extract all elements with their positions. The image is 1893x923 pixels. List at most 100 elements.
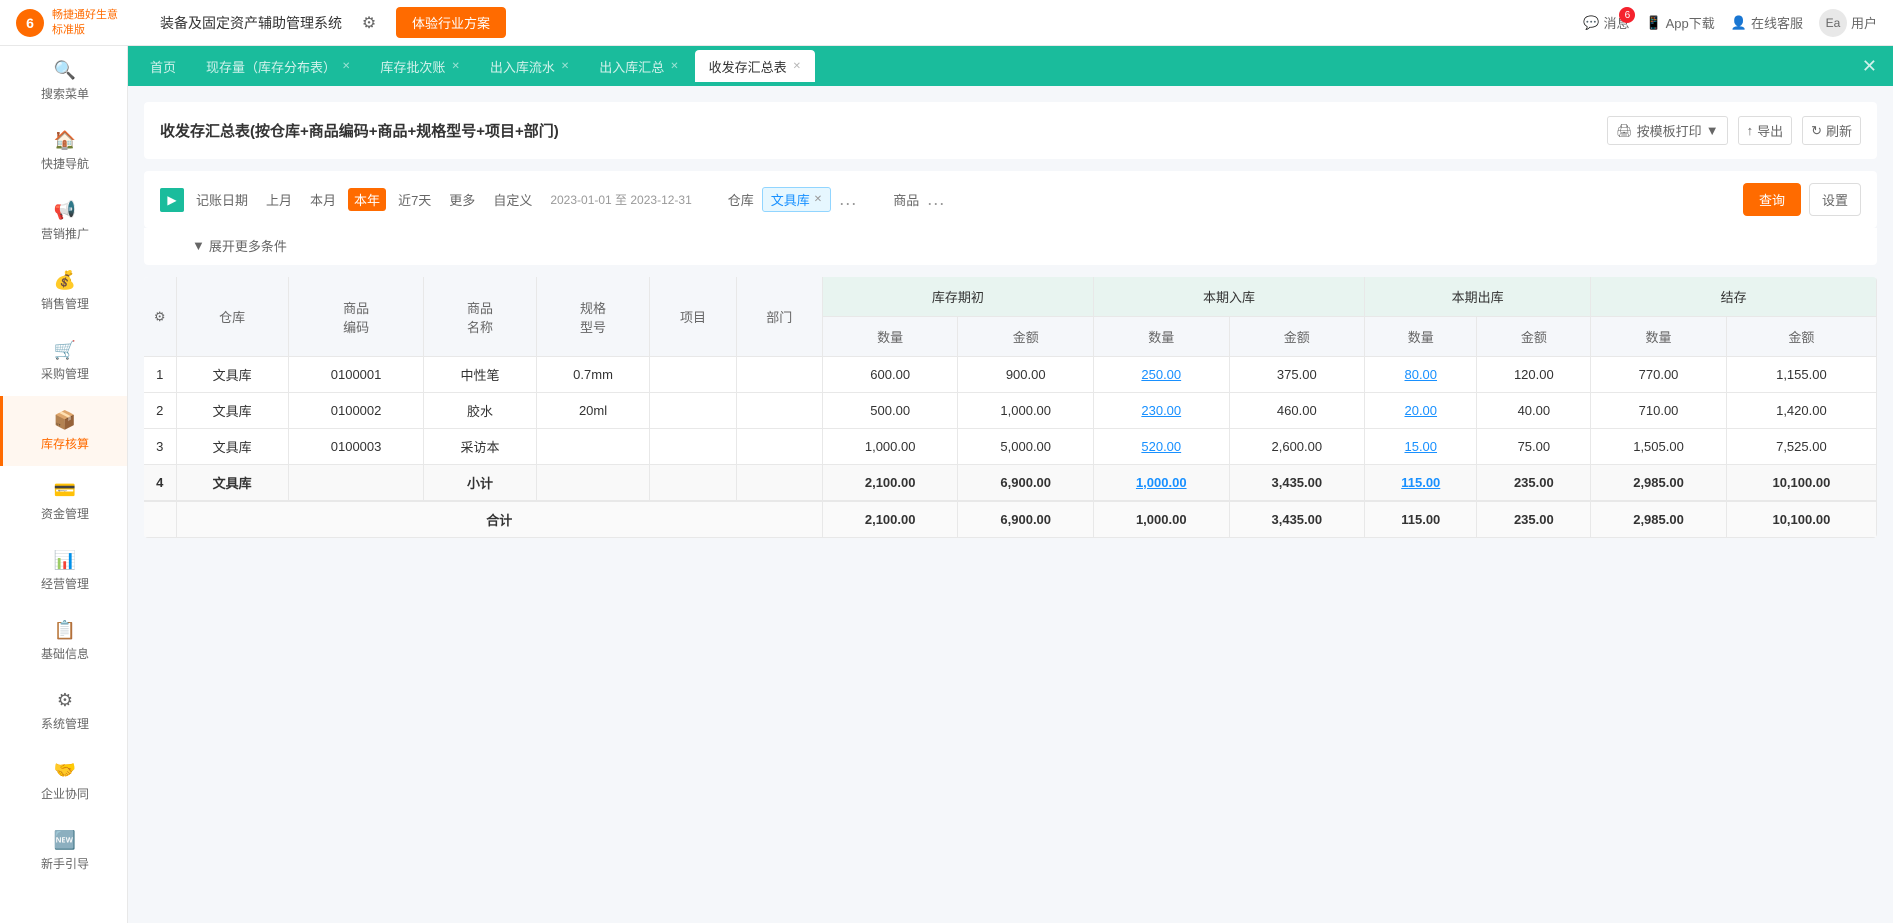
tab-close-icon[interactable]: ✕: [561, 61, 569, 72]
refresh-icon: ↻: [1811, 123, 1822, 139]
tab-inout_flow[interactable]: 出入库流水 ✕: [476, 50, 583, 82]
data-table: ⚙ 仓库 商品编码 商品名称 规格型号 项目 部门 库存期初 本期入库 本期出库…: [144, 277, 1877, 538]
row-out-qty[interactable]: 80.00: [1365, 357, 1477, 393]
warehouse-tag[interactable]: 文具库 ✕: [762, 187, 831, 212]
row-goods-code: 0100001: [288, 357, 424, 393]
col-settings[interactable]: ⚙: [144, 277, 176, 357]
sidebar-item-newbie[interactable]: 🆕新手引导: [0, 816, 127, 886]
goods-filter: 商品 ...: [893, 189, 945, 210]
row-close-qty: 1,505.00: [1591, 429, 1727, 465]
row-out-qty[interactable]: 115.00: [1365, 465, 1477, 502]
filter-settings-button[interactable]: 设置: [1809, 183, 1861, 216]
trial-button[interactable]: 体验行业方案: [396, 7, 506, 38]
gear-button[interactable]: ⚙: [354, 8, 384, 38]
row-goods-name: 小计: [424, 465, 536, 502]
app-download-button[interactable]: 📱 App下载: [1645, 13, 1714, 32]
shortcut-custom[interactable]: 自定义: [487, 188, 538, 211]
message-button[interactable]: 💬 消息 6: [1583, 13, 1629, 32]
tab-recv_summary[interactable]: 收发存汇总表 ✕: [695, 50, 815, 82]
row-out-qty[interactable]: 20.00: [1365, 393, 1477, 429]
tab-close-icon[interactable]: ✕: [793, 61, 801, 72]
tab-inventory[interactable]: 现存量（库存分布表） ✕: [192, 50, 364, 82]
row-in-qty[interactable]: 250.00: [1093, 357, 1229, 393]
warehouse-filter: 仓库 文具库 ✕ ...: [728, 187, 857, 212]
col-project: 项目: [650, 277, 736, 357]
main-content: 首页现存量（库存分布表） ✕库存批次账 ✕出入库流水 ✕出入库汇总 ✕收发存汇总…: [128, 46, 1893, 923]
tab-bar: 首页现存量（库存分布表） ✕库存批次账 ✕出入库流水 ✕出入库汇总 ✕收发存汇总…: [128, 46, 1893, 86]
sidebar-item-sales[interactable]: 💰销售管理: [0, 256, 127, 326]
filter-toggle-button[interactable]: ▶: [160, 188, 184, 212]
refresh-button[interactable]: ↻ 刷新: [1802, 116, 1861, 145]
warehouse-tag-remove[interactable]: ✕: [814, 194, 822, 205]
sidebar: 🔍搜索菜单🏠快捷导航📢营销推广💰销售管理🛒采购管理📦库存核算💳资金管理📊经营管理…: [0, 46, 128, 923]
row-open-amt: 6,900.00: [958, 465, 1094, 502]
goods-more-dots[interactable]: ...: [927, 189, 945, 210]
tab-close-icon[interactable]: ✕: [451, 61, 459, 72]
print-template-button[interactable]: 🖨 按模板打印 ▼: [1607, 116, 1727, 145]
shortcut-last-month[interactable]: 上月: [260, 188, 298, 211]
row-in-qty[interactable]: 1,000.00: [1093, 465, 1229, 502]
sidebar-item-finance[interactable]: 💳资金管理: [0, 466, 127, 536]
sidebar-item-search[interactable]: 🔍搜索菜单: [0, 46, 127, 116]
system-icon: ⚙: [57, 690, 73, 711]
tab-close-icon[interactable]: ✕: [670, 61, 678, 72]
shortcut-this-month[interactable]: 本月: [304, 188, 342, 211]
sidebar-item-base[interactable]: 📋基础信息: [0, 606, 127, 676]
table-footer-row: 合计 2,100.00 6,900.00 1,000.00 3,435.00 1…: [144, 501, 1877, 538]
sidebar-item-label: 搜索菜单: [41, 85, 89, 102]
tab-close-all-button[interactable]: ✕: [1854, 56, 1885, 77]
col-goods-name: 商品名称: [424, 277, 536, 357]
footer-empty-settings: [144, 501, 176, 538]
sidebar-item-purchase[interactable]: 🛒采购管理: [0, 326, 127, 396]
row-close-amt: 7,525.00: [1726, 429, 1876, 465]
warehouse-icon: 📦: [54, 410, 76, 431]
row-open-amt: 1,000.00: [958, 393, 1094, 429]
sidebar-item-label: 经营管理: [41, 575, 89, 592]
row-project: [650, 429, 736, 465]
tab-close-icon[interactable]: ✕: [342, 61, 350, 72]
message-icon: 💬: [1583, 15, 1599, 31]
tab-inout_summary[interactable]: 出入库汇总 ✕: [585, 50, 692, 82]
expand-more-button[interactable]: ▼ 展开更多条件: [192, 236, 1861, 255]
export-button[interactable]: ↑ 导出: [1738, 116, 1793, 145]
sidebar-item-label: 快捷导航: [41, 155, 89, 172]
tab-label: 库存批次账: [380, 57, 445, 76]
table-row: 2 文具库 0100002 胶水 20ml 500.00 1,000.00 23…: [144, 393, 1877, 429]
tab-home[interactable]: 首页: [136, 50, 190, 82]
sidebar-item-operations[interactable]: 📊经营管理: [0, 536, 127, 606]
row-in-amt: 375.00: [1229, 357, 1365, 393]
sidebar-item-system[interactable]: ⚙系统管理: [0, 676, 127, 746]
col-in-qty: 数量: [1093, 317, 1229, 357]
top-right: 💬 消息 6 📱 App下载 👤 在线客服 Ea 用户: [1583, 9, 1877, 37]
top-bar: 6 畅捷通好生意 标准版 装备及固定资产辅助管理系统 ⚙ 体验行业方案 💬 消息…: [0, 0, 1893, 46]
tab-batch[interactable]: 库存批次账 ✕: [366, 50, 473, 82]
shortcut-this-year[interactable]: 本年: [348, 188, 386, 211]
warehouse-more-dots[interactable]: ...: [839, 189, 857, 210]
page-header: 收发存汇总表(按仓库+商品编码+商品+规格型号+项目+部门) 🖨 按模板打印 ▼…: [144, 102, 1877, 159]
user-menu-button[interactable]: Ea 用户: [1819, 9, 1877, 37]
row-goods-name: 采访本: [424, 429, 536, 465]
sidebar-item-marketing[interactable]: 📢营销推广: [0, 186, 127, 256]
row-in-qty[interactable]: 520.00: [1093, 429, 1229, 465]
row-out-qty[interactable]: 15.00: [1365, 429, 1477, 465]
row-goods-code: [288, 465, 424, 502]
footer-close-qty: 2,985.00: [1591, 501, 1727, 538]
row-goods-spec: [536, 429, 650, 465]
col-goods-spec: 规格型号: [536, 277, 650, 357]
shortcut-7days[interactable]: 近7天: [392, 188, 437, 211]
row-no: 3: [144, 429, 176, 465]
tab-label: 现存量（库存分布表）: [206, 57, 336, 76]
query-button[interactable]: 查询: [1743, 183, 1801, 216]
row-dept: [736, 357, 822, 393]
online-service-button[interactable]: 👤 在线客服: [1731, 13, 1803, 32]
footer-open-qty: 2,100.00: [822, 501, 958, 538]
shortcut-more[interactable]: 更多: [443, 188, 481, 211]
row-close-amt: 10,100.00: [1726, 465, 1876, 502]
row-dept: [736, 465, 822, 502]
sidebar-item-quick[interactable]: 🏠快捷导航: [0, 116, 127, 186]
sidebar-item-warehouse[interactable]: 📦库存核算: [0, 396, 127, 466]
row-in-qty[interactable]: 230.00: [1093, 393, 1229, 429]
sidebar-item-collab[interactable]: 🤝企业协同: [0, 746, 127, 816]
main-layout: 🔍搜索菜单🏠快捷导航📢营销推广💰销售管理🛒采购管理📦库存核算💳资金管理📊经营管理…: [0, 46, 1893, 923]
goods-label: 商品: [893, 190, 919, 209]
